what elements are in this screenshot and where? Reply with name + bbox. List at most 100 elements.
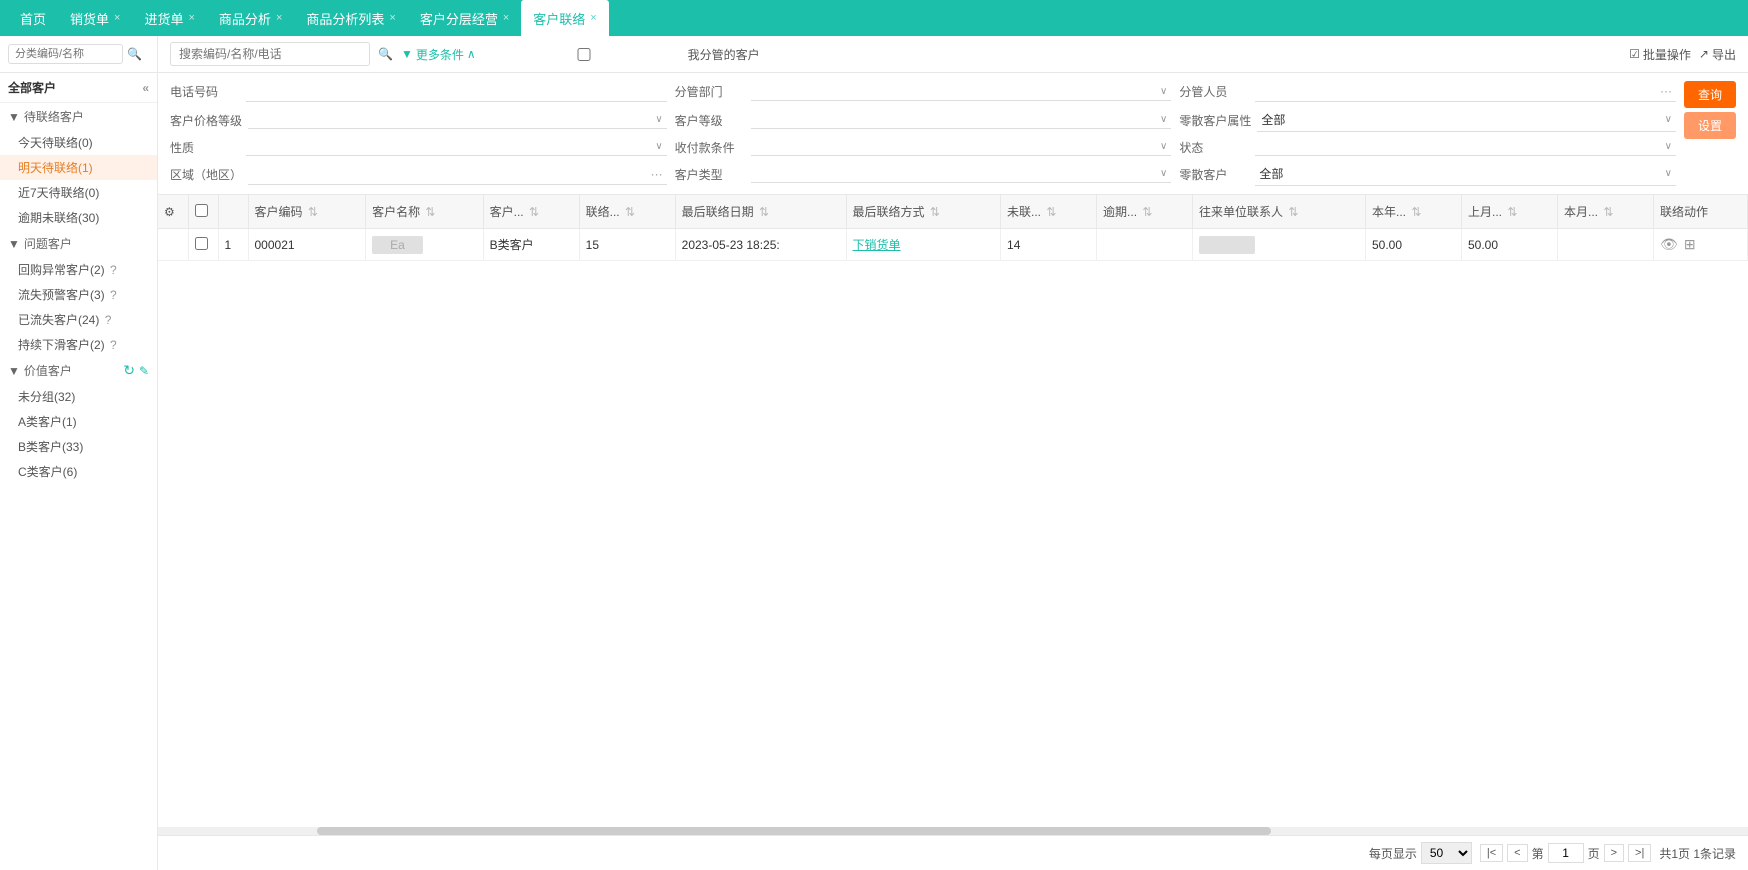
th-current-month[interactable]: 本月... ⇅ [1558,195,1654,229]
nav-product-analysis[interactable]: 商品分析 × [207,0,294,36]
filter-status-select[interactable]: ∨ [1255,138,1676,156]
sort-icon-no-contact: ⇅ [1046,205,1056,219]
filter-status-label: 状态 [1179,139,1249,156]
filter-customer-level-select[interactable]: ∨ [751,111,1172,129]
sidebar-item-repurchase-abnormal[interactable]: 回购异常客户(2) ? [0,257,157,282]
page-number-input[interactable] [1548,843,1584,863]
filter-payment-select[interactable]: ∨ [751,138,1172,156]
filter-dept-label: 分管部门 [675,83,745,100]
view-icon[interactable]: 👁 [1660,236,1678,253]
table-row: 1 000021 Ea B类客户 15 2023-05-23 18:25: 下销… [158,229,1748,261]
th-overdue[interactable]: 逾期... ⇅ [1097,195,1193,229]
sort-icon-code: ⇅ [308,205,318,219]
search-button[interactable]: 🔍 [378,47,393,61]
per-page-select[interactable]: 50 100 [1421,842,1472,864]
close-customer-contact-icon[interactable]: × [590,12,596,24]
td-last-contact-date: 2023-05-23 18:25: [675,229,846,261]
sidebar-item-near7days[interactable]: 近7天待联络(0) [0,180,157,205]
sidebar-item-today[interactable]: 今天待联络(0) [0,130,157,155]
filter-phone-input[interactable] [246,81,667,102]
contact-method-link[interactable]: 下销货单 [853,238,901,252]
sidebar-item-type-b[interactable]: B类客户(33) [0,434,157,459]
more-options-icon[interactable]: ··· [1660,84,1672,98]
query-button[interactable]: 查询 [1684,81,1736,108]
th-customer-code[interactable]: 客户编码 ⇅ [248,195,366,229]
filter-retail-select[interactable]: 全部 ∨ [1255,162,1676,186]
page-size-selector: 每页显示 50 100 [1369,842,1472,864]
collapse-icon[interactable]: « [142,81,149,95]
edit-icon[interactable]: ✎ [139,364,149,378]
filter-dept-select[interactable]: ∨ [751,83,1172,101]
sidebar-search-input[interactable] [8,44,123,64]
all-customers-label: 全部客户 [8,79,56,96]
sidebar-group-value-customers[interactable]: ▼ 价值客户 ↻ ✎ [0,357,157,384]
filter-customer-level: 客户等级 ∨ [675,111,1172,129]
td-checkbox [188,229,218,261]
sidebar-item-ungrouped[interactable]: 未分组(32) [0,384,157,409]
sidebar-item-overdue[interactable]: 逾期未联络(30) [0,205,157,230]
filter-row-3: 性质 ∨ 收付款条件 ∨ [170,138,1676,156]
sidebar-item-lost[interactable]: 已流失客户(24) ? [0,307,157,332]
nav-purchase-order[interactable]: 进货单 × [132,0,206,36]
last-page-btn[interactable]: >| [1628,844,1651,862]
table-container: ⚙ 客户编码 ⇅ 客户名称 ⇅ 客户... ⇅ [158,195,1748,827]
sidebar-group-problem-customers[interactable]: ▼ 问题客户 [0,230,157,257]
my-customers-checkbox[interactable] [484,48,684,61]
region-more-icon[interactable]: ··· [651,167,663,181]
filter-customer-type-select[interactable]: ∨ [751,165,1172,183]
next-page-btn[interactable]: > [1604,844,1624,862]
sidebar-item-continuous-decline[interactable]: 持续下滑客户(2) ? [0,332,157,357]
sidebar-item-tomorrow[interactable]: 明天待联络(1) [0,155,157,180]
close-product-analysis-list-icon[interactable]: × [389,12,395,24]
th-settings[interactable]: ⚙ [158,195,188,229]
settings-button[interactable]: 设置 [1684,112,1736,139]
search-input[interactable] [170,42,370,66]
th-customer-type[interactable]: 客户... ⇅ [483,195,579,229]
nav-customer-tier[interactable]: 客户分层经营 × [408,0,521,36]
qrcode-icon[interactable]: ⊞ [1684,236,1696,253]
th-last-contact-date[interactable]: 最后联络日期 ⇅ [675,195,846,229]
td-last-month: 50.00 [1462,229,1558,261]
th-customer-name[interactable]: 客户名称 ⇅ [366,195,484,229]
th-current-year[interactable]: 本年... ⇅ [1365,195,1461,229]
filter-status: 状态 ∨ [1179,138,1676,156]
close-sales-order-icon[interactable]: × [114,12,120,24]
close-purchase-order-icon[interactable]: × [188,12,194,24]
filter-nature-select[interactable]: ∨ [246,138,667,156]
filter-more-btn[interactable]: ▼ 更多条件 ∧ [401,46,476,63]
close-customer-tier-icon[interactable]: × [503,12,509,24]
filter-region-select[interactable]: ··· [248,164,667,185]
export-btn[interactable]: ↗ 导出 [1699,46,1736,63]
filter-price-select[interactable]: ∨ [248,111,667,129]
close-product-analysis-icon[interactable]: × [276,12,282,24]
sidebar-item-type-a[interactable]: A类客户(1) [0,409,157,434]
sidebar-search-icon[interactable]: 🔍 [127,47,142,61]
refresh-icon[interactable]: ↻ [123,362,135,379]
all-customers-header[interactable]: 全部客户 « [0,73,157,103]
prev-page-btn[interactable]: < [1507,844,1527,862]
triangle-icon: ▼ [8,110,20,124]
nav-home[interactable]: 首页 [8,0,58,36]
filter-manager-select[interactable]: ··· [1255,81,1676,102]
nav-sales-order[interactable]: 销货单 × [58,0,132,36]
th-partner-contact[interactable]: 往来单位联系人 ⇅ [1193,195,1366,229]
horizontal-scrollbar[interactable] [158,827,1748,835]
nav-customer-contact[interactable]: 客户联络 × [521,0,608,36]
sidebar-group-pending-contact[interactable]: ▼ 待联络客户 [0,103,157,130]
nav-product-analysis-list[interactable]: 商品分析列表 × [294,0,407,36]
th-last-contact-method[interactable]: 最后联络方式 ⇅ [846,195,1000,229]
first-page-btn[interactable]: |< [1480,844,1503,862]
sort-icon-name: ⇅ [425,205,435,219]
sidebar-item-type-c[interactable]: C类客户(6) [0,459,157,484]
filter-retail-attr-select[interactable]: 全部 ∨ [1257,108,1676,132]
batch-operation-btn[interactable]: ☑ 批量操作 [1629,46,1691,63]
sort-icon-overdue: ⇅ [1142,205,1152,219]
sidebar-item-loss-risk[interactable]: 流失预警客户(3) ? [0,282,157,307]
triangle-icon-3: ▼ [8,364,20,378]
select-all-checkbox[interactable] [195,204,208,217]
scrollbar-thumb[interactable] [317,827,1271,835]
th-no-contact[interactable]: 未联... ⇅ [1001,195,1097,229]
th-contact-count[interactable]: 联络... ⇅ [579,195,675,229]
row-checkbox[interactable] [195,237,208,250]
th-last-month[interactable]: 上月... ⇅ [1462,195,1558,229]
